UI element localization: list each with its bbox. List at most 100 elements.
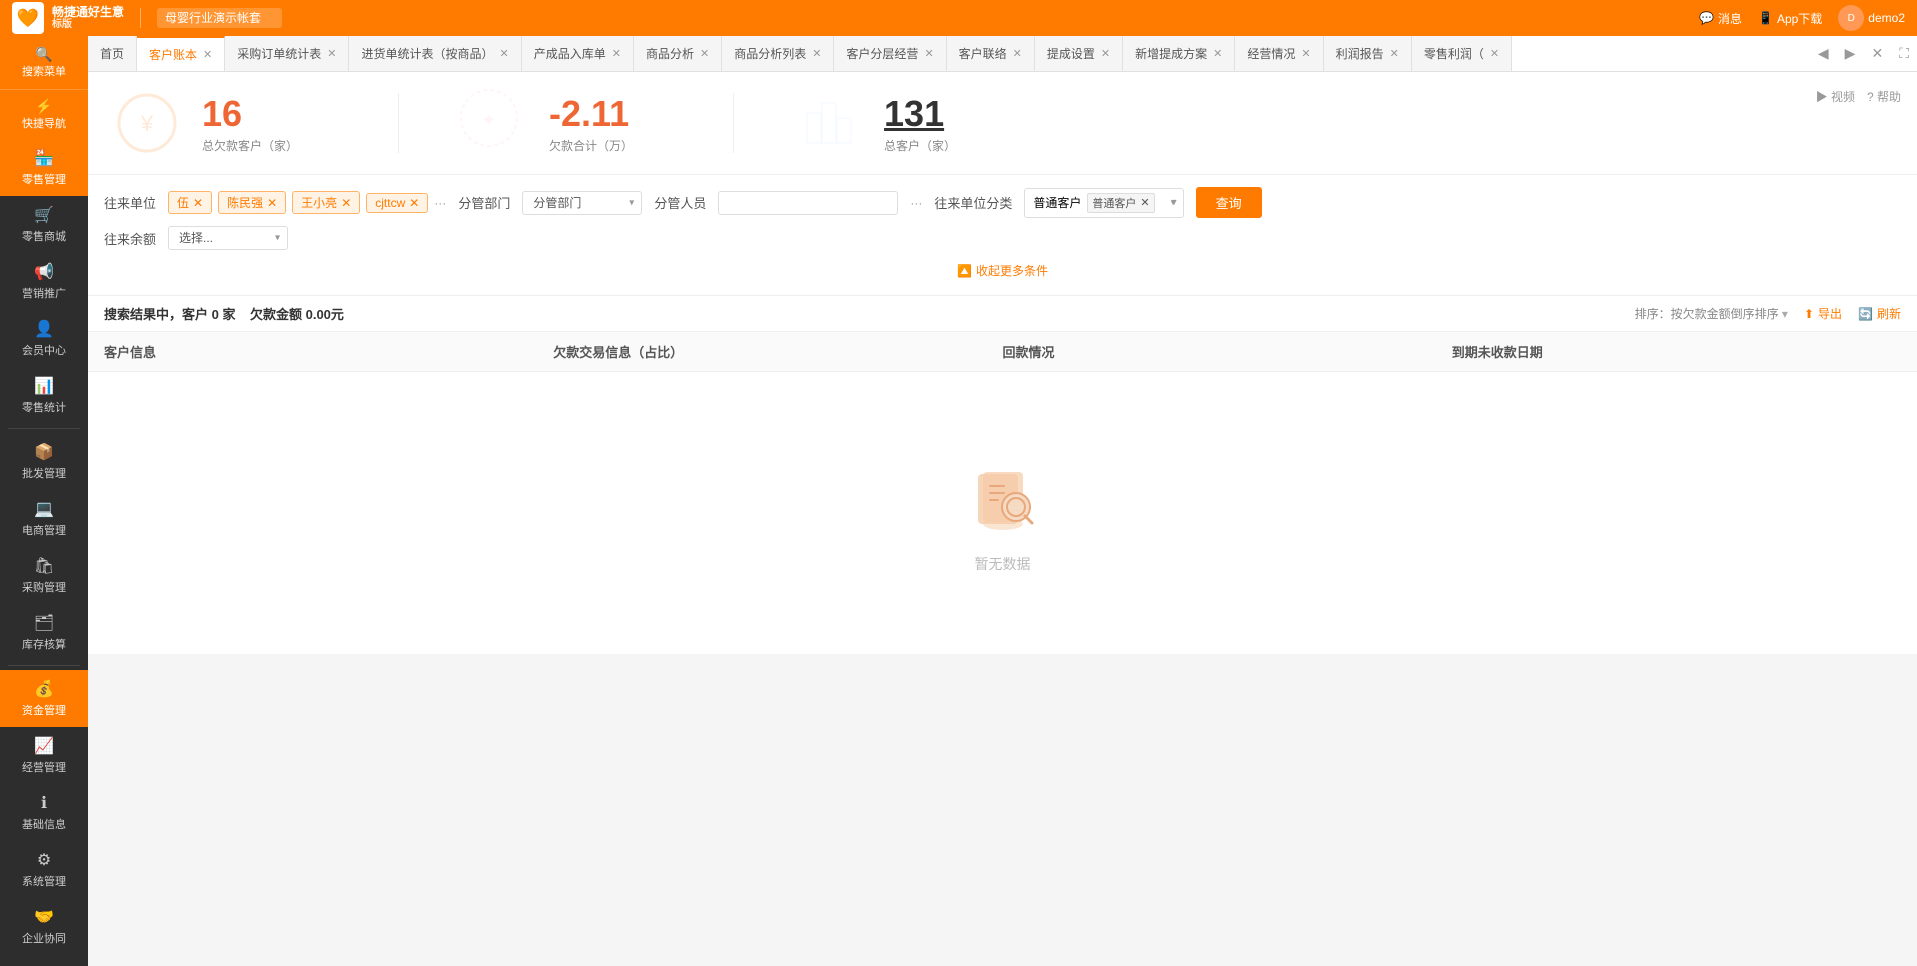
app-download-btn[interactable]: 📱 App下载 — [1758, 10, 1822, 27]
company-selector[interactable]: 母婴行业演示帐套 — [157, 8, 282, 28]
sidebar-divider-8 — [8, 665, 80, 666]
tab-close-2[interactable]: ✕ — [327, 47, 336, 60]
sidebar-item-批发管理[interactable]: 📦批发管理 — [0, 433, 88, 490]
sidebar-item-零售管理[interactable]: 🏪零售管理 — [0, 139, 88, 196]
tab-close-10[interactable]: ✕ — [1213, 47, 1222, 60]
tab-10[interactable]: 新增提成方案✕ — [1123, 36, 1235, 72]
unit-class-tag-close[interactable]: ✕ — [1140, 196, 1149, 209]
unit-tag-chen: 陈民强 ✕ — [218, 191, 286, 214]
sidebar-item-资金管理[interactable]: 💰资金管理 — [0, 670, 88, 727]
tab-close-1[interactable]: ✕ — [203, 48, 212, 61]
tab-close-5[interactable]: ✕ — [700, 47, 709, 60]
sidebar-item-经营管理[interactable]: 📈经营管理 — [0, 727, 88, 784]
tab-fullscreen-btn[interactable]: ⛶ — [1891, 45, 1917, 62]
tab-close-7[interactable]: ✕ — [924, 47, 933, 60]
main-content: ¥ 16 总欠款客户（家） — [88, 72, 1917, 966]
stats-help: ▶ 视频 ? 帮助 — [1816, 88, 1901, 105]
stat-block-1: ¥ 16 总欠款客户（家） — [112, 88, 358, 158]
svg-text:¥: ¥ — [140, 111, 154, 136]
sidebar-item-新手引导[interactable]: 🎓新手引导 — [0, 955, 88, 966]
sidebar-item-零售统计[interactable]: 📊零售统计 — [0, 367, 88, 424]
tab-next-btn[interactable]: ▶ — [1837, 45, 1864, 62]
stat3-value: 131 — [884, 93, 944, 135]
tab-close-12[interactable]: ✕ — [1390, 47, 1399, 60]
tab-1[interactable]: 客户账本✕ — [137, 36, 225, 72]
tab-bar: 首页客户账本✕采购订单统计表✕进货单统计表（按商品）✕产成品入库单✕商品分析✕商… — [88, 36, 1917, 72]
tab-close-8[interactable]: ✕ — [1013, 47, 1022, 60]
app-container: 🧡 畅捷通好生意 标版 母婴行业演示帐套 💬 消息 📱 App下载 D — [0, 0, 1917, 966]
sidebar-item-电商管理[interactable]: 💻电商管理 — [0, 490, 88, 547]
tab-close-4[interactable]: ✕ — [612, 47, 621, 60]
brand-text: 畅捷通好生意 标版 — [52, 5, 124, 31]
tab-close-6[interactable]: ✕ — [812, 47, 821, 60]
unit-tag-wu-close[interactable]: ✕ — [193, 196, 203, 210]
tab-3[interactable]: 进货单统计表（按商品）✕ — [349, 36, 521, 72]
dept-select[interactable]: 分管部门 — [522, 191, 642, 215]
tab-9[interactable]: 提成设置✕ — [1035, 36, 1123, 72]
top-bar-right: 💬 消息 📱 App下载 D demo2 — [1699, 5, 1905, 31]
remainder-select[interactable]: 选择... — [168, 226, 288, 250]
tab-5[interactable]: 商品分析✕ — [634, 36, 722, 72]
table-col-3: 回款情况 — [1003, 342, 1452, 361]
tab-13[interactable]: 零售利润（✕ — [1412, 36, 1512, 72]
stat-block-3: 131 总客户（家） — [794, 88, 1016, 158]
remainder-label: 往来余额 — [104, 229, 156, 248]
dept-filter-label: 分管部门 — [458, 193, 510, 212]
tab-4[interactable]: 产成品入库单✕ — [522, 36, 634, 72]
tab-close-9[interactable]: ✕ — [1101, 47, 1110, 60]
stat3-icon — [794, 88, 864, 158]
remainder-select-wrap: 选择... — [168, 226, 288, 250]
stat2-block: -2.11 欠款合计（万） — [549, 93, 693, 154]
unit-tag-chen-close[interactable]: ✕ — [267, 196, 277, 210]
user-avatar-btn[interactable]: D demo2 — [1838, 5, 1905, 31]
sidebar-search[interactable]: 🔍 搜索菜单 — [0, 36, 88, 89]
collapse-btn[interactable]: 🔼 收起更多条件 — [957, 258, 1048, 283]
query-button[interactable]: 查询 — [1196, 187, 1262, 218]
export-btn[interactable]: ⬆ 导出 — [1804, 305, 1842, 322]
sidebar-item-营销推广[interactable]: 📢营销推广 — [0, 253, 88, 310]
person-filter-input[interactable] — [718, 191, 898, 215]
sidebar-quick-nav[interactable]: ⚡ 快捷导航 — [0, 89, 88, 139]
tab-11[interactable]: 经营情况✕ — [1235, 36, 1323, 72]
collapse-row: 🔼 收起更多条件 — [104, 258, 1901, 283]
filter-row-1: 往来单位 伍 ✕ 陈民强 ✕ 王小亮 — [104, 187, 1901, 218]
tab-8[interactable]: 客户联络✕ — [947, 36, 1035, 72]
stat2-value: -2.11 — [549, 93, 629, 135]
svg-text:✦: ✦ — [481, 110, 496, 130]
unit-tag-wang-close[interactable]: ✕ — [341, 196, 351, 210]
sidebar-item-系统管理[interactable]: ⚙系统管理 — [0, 841, 88, 898]
tab-prev-btn[interactable]: ◀ — [1810, 45, 1837, 62]
tab-close-3[interactable]: ✕ — [500, 47, 509, 60]
top-bar: 🧡 畅捷通好生意 标版 母婴行业演示帐套 💬 消息 📱 App下载 D — [0, 0, 1917, 36]
sidebar-items: 🏪零售管理🛒零售商城📢营销推广👤会员中心📊零售统计 📦批发管理💻电商管理🛍采购管理… — [0, 139, 88, 966]
help-link[interactable]: ? 帮助 — [1867, 88, 1901, 105]
video-link[interactable]: ▶ 视频 — [1816, 88, 1855, 105]
person-filter-more[interactable]: ··· — [910, 196, 922, 210]
person-filter-label: 分管人员 — [654, 193, 706, 212]
sidebar-item-采购管理[interactable]: 🛍采购管理 — [0, 547, 88, 604]
unit-tag-more[interactable]: ··· — [434, 196, 446, 210]
sidebar-item-零售商城[interactable]: 🛒零售商城 — [0, 196, 88, 253]
sidebar-item-基础信息[interactable]: ℹ基础信息 — [0, 784, 88, 841]
sidebar-item-库存核算[interactable]: 🗂库存核算 — [0, 604, 88, 661]
dept-select-wrap: 分管部门 — [522, 191, 642, 215]
tab-2[interactable]: 采购订单统计表✕ — [225, 36, 349, 72]
tab-12[interactable]: 利润报告✕ — [1324, 36, 1412, 72]
tab-0[interactable]: 首页 — [88, 36, 137, 72]
tab-6[interactable]: 商品分析列表✕ — [722, 36, 834, 72]
table-wrap: 客户信息 欠款交易信息（占比） 回款情况 到期未收款日期 — [88, 332, 1917, 654]
stat3-block: 131 总客户（家） — [884, 93, 1016, 154]
messages-btn[interactable]: 💬 消息 — [1699, 10, 1742, 27]
sidebar-item-会员中心[interactable]: 👤会员中心 — [0, 310, 88, 367]
unit-tag-cj-close[interactable]: ✕ — [409, 196, 419, 210]
tab-close-13[interactable]: ✕ — [1490, 47, 1499, 60]
refresh-btn[interactable]: 🔄 刷新 — [1858, 305, 1901, 322]
stat-block-2: ✦ -2.11 欠款合计（万） — [459, 88, 693, 158]
empty-state: 暂无数据 — [88, 372, 1917, 654]
unit-tag-wu: 伍 ✕ — [168, 191, 212, 214]
sidebar-item-企业协同[interactable]: 🤝企业协同 — [0, 898, 88, 955]
tab-7[interactable]: 客户分层经营✕ — [834, 36, 946, 72]
result-info: 搜索结果中，客户 0 家 欠款金额 0.00元 — [104, 304, 344, 323]
tab-close-all-btn[interactable]: ✕ — [1863, 45, 1891, 62]
tab-close-11[interactable]: ✕ — [1301, 47, 1310, 60]
